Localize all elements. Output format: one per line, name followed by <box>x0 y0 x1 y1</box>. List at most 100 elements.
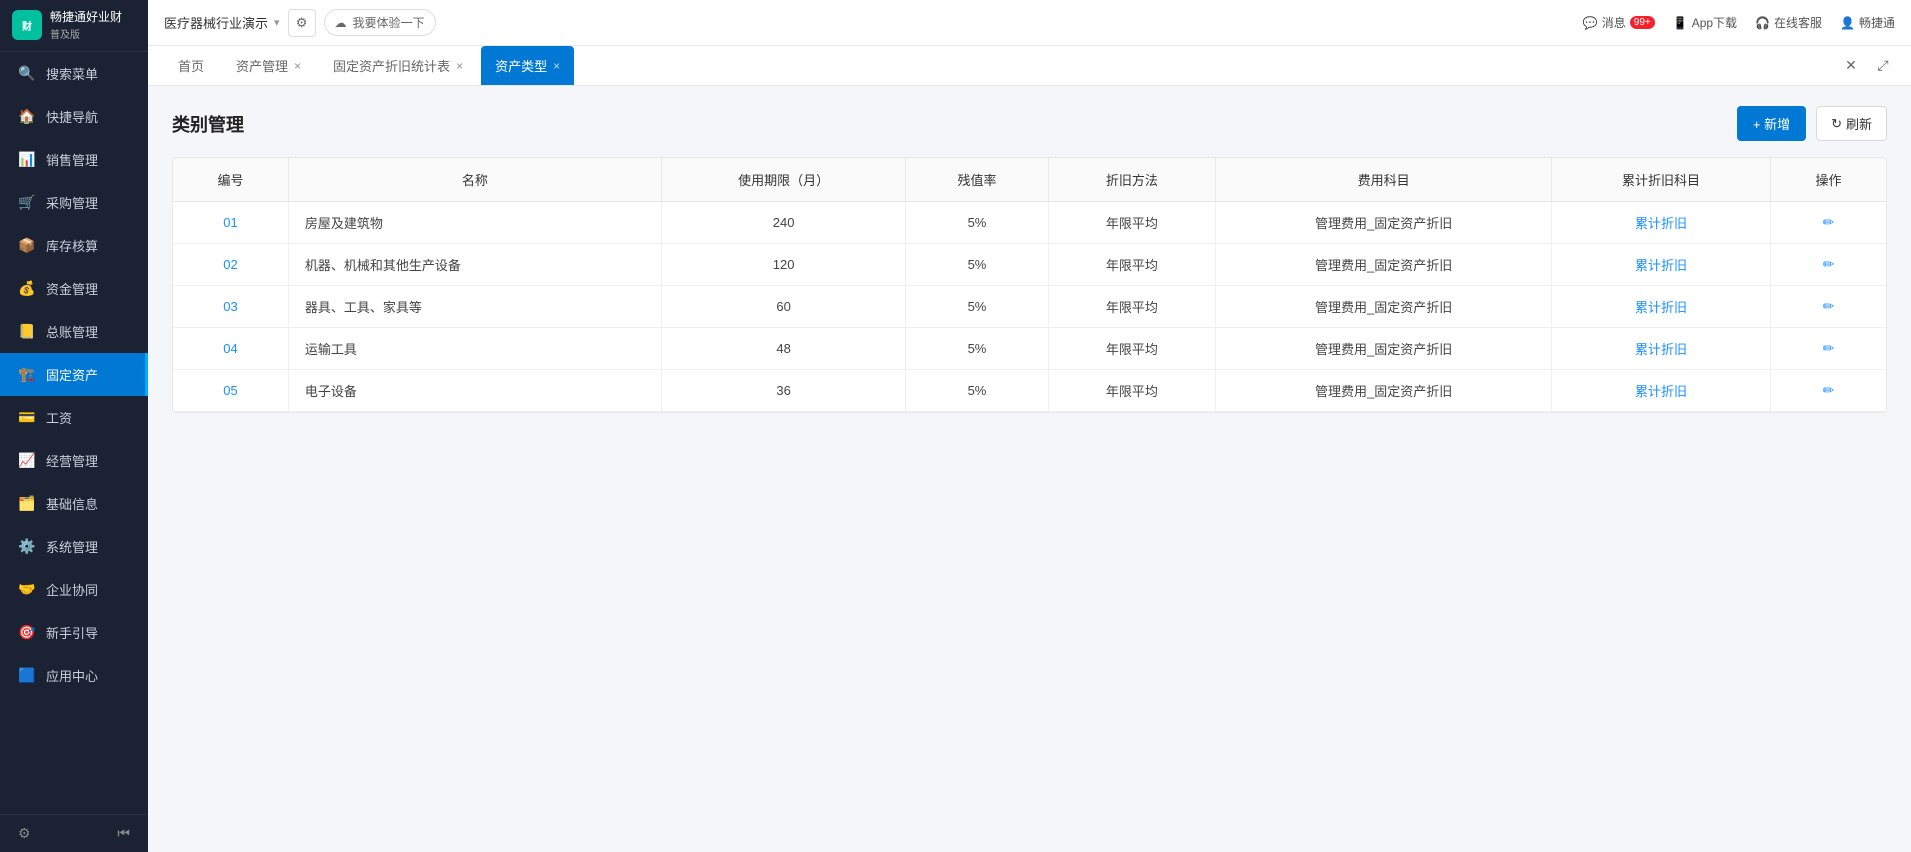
tab-depreciation-close[interactable]: × <box>456 59 463 73</box>
edit-button-3[interactable]: ✏ <box>1823 340 1835 356</box>
sidebar-item-新手引导[interactable]: 🎯 新手引导 <box>0 611 148 654</box>
sidebar-item-经营管理[interactable]: 📈 经营管理 <box>0 439 148 482</box>
cell-accumulated-0: 累计折旧 <box>1552 202 1771 244</box>
header-right: 💬 消息 99+ 📱 App下载 🎧 在线客服 👤 畅捷通 <box>1583 14 1895 31</box>
col-id: 编号 <box>173 158 288 202</box>
sidebar-item-基础信息[interactable]: 🗂️ 基础信息 <box>0 482 148 525</box>
sidebar-item-应用中心[interactable]: 🟦 应用中心 <box>0 654 148 697</box>
logo-icon: 财 <box>12 10 42 40</box>
sidebar-item-库存核算[interactable]: 📦 库存核算 <box>0 224 148 267</box>
table-header-row: 编号 名称 使用期限（月） 残值率 折旧方法 费用科目 累计折旧科目 操作 <box>173 158 1886 202</box>
sidebar-label-11: 系统管理 <box>46 537 98 556</box>
sidebar: 财 畅捷通好业财 普及版 🔍 搜索菜单 🏠 快捷导航 📊 销售管理 🛒 采购管理… <box>0 0 148 852</box>
sidebar-item-工资[interactable]: 💳 工资 <box>0 396 148 439</box>
tab-fullscreen-button[interactable]: ⤢ <box>1871 54 1895 78</box>
edit-button-4[interactable]: ✏ <box>1823 382 1835 398</box>
sidebar-icon-8: 💳 <box>18 408 36 426</box>
experience-button[interactable]: ☁ 我要体验一下 <box>324 9 436 36</box>
sidebar-footer: ⚙ ⏮ <box>0 814 148 852</box>
avatar-icon: 👤 <box>1840 16 1855 30</box>
header-settings-button[interactable]: ⚙ <box>288 9 316 37</box>
sidebar-item-搜索菜单[interactable]: 🔍 搜索菜单 <box>0 52 148 95</box>
sidebar-icon-4: 📦 <box>18 236 36 254</box>
col-residual: 残值率 <box>906 158 1048 202</box>
refresh-button[interactable]: ↻ 刷新 <box>1816 106 1887 141</box>
sidebar-icon-0: 🔍 <box>18 64 36 82</box>
cell-id-0: 01 <box>173 202 288 244</box>
app-download-button[interactable]: 📱 App下载 <box>1673 14 1737 31</box>
cell-residual-4: 5% <box>906 370 1048 412</box>
col-method: 折旧方法 <box>1048 158 1216 202</box>
col-expense: 费用科目 <box>1216 158 1552 202</box>
table-header: 编号 名称 使用期限（月） 残值率 折旧方法 费用科目 累计折旧科目 操作 <box>173 158 1886 202</box>
sidebar-item-固定资产[interactable]: 🏗️ 固定资产 <box>0 353 148 396</box>
sidebar-item-总账管理[interactable]: 📒 总账管理 <box>0 310 148 353</box>
user-button[interactable]: 👤 畅捷通 <box>1840 14 1895 31</box>
tab-actions: ✕ ⤢ <box>1839 54 1895 78</box>
sidebar-icon-14: 🟦 <box>18 666 36 684</box>
refresh-icon: ↻ <box>1831 116 1842 132</box>
table-row: 05 电子设备 36 5% 年限平均 管理费用_固定资产折旧 累计折旧 ✏ <box>173 370 1886 412</box>
cell-method-4: 年限平均 <box>1048 370 1216 412</box>
col-accumulated: 累计折旧科目 <box>1552 158 1771 202</box>
sidebar-item-资金管理[interactable]: 💰 资金管理 <box>0 267 148 310</box>
collapse-icon[interactable]: ⏮ <box>117 825 130 842</box>
tab-asset-type[interactable]: 资产类型 × <box>481 46 574 85</box>
sidebar-icon-11: ⚙️ <box>18 537 36 555</box>
cell-expense-4: 管理费用_固定资产折旧 <box>1216 370 1552 412</box>
cell-period-3: 48 <box>661 328 906 370</box>
app-name: 畅捷通好业财 <box>50 10 122 26</box>
experience-label: 我要体验一下 <box>353 14 425 31</box>
phone-icon: 📱 <box>1673 16 1688 30</box>
message-button[interactable]: 💬 消息 99+ <box>1583 14 1655 31</box>
sidebar-label-14: 应用中心 <box>46 666 98 685</box>
sidebar-icon-5: 💰 <box>18 279 36 297</box>
sidebar-icon-12: 🤝 <box>18 580 36 598</box>
cell-accumulated-2: 累计折旧 <box>1552 286 1771 328</box>
cell-residual-3: 5% <box>906 328 1048 370</box>
edit-button-2[interactable]: ✏ <box>1823 298 1835 314</box>
settings-icon[interactable]: ⚙ <box>18 825 31 842</box>
cell-action-0: ✏ <box>1771 202 1886 244</box>
cell-action-4: ✏ <box>1771 370 1886 412</box>
edit-button-1[interactable]: ✏ <box>1823 256 1835 272</box>
cell-period-2: 60 <box>661 286 906 328</box>
tab-asset-management[interactable]: 资产管理 × <box>222 46 315 85</box>
company-name: 医疗器械行业演示 <box>164 13 268 32</box>
cell-accumulated-3: 累计折旧 <box>1552 328 1771 370</box>
company-selector[interactable]: 医疗器械行业演示 ▾ <box>164 13 280 32</box>
tab-asset-type-close[interactable]: × <box>553 59 560 73</box>
sidebar-icon-9: 📈 <box>18 451 36 469</box>
tab-asset-management-close[interactable]: × <box>294 59 301 73</box>
cell-id-4: 05 <box>173 370 288 412</box>
sidebar-logo: 财 畅捷通好业财 普及版 <box>0 0 148 52</box>
sidebar-item-快捷导航[interactable]: 🏠 快捷导航 <box>0 95 148 138</box>
message-badge: 99+ <box>1630 16 1655 29</box>
cell-action-1: ✏ <box>1771 244 1886 286</box>
cell-accumulated-4: 累计折旧 <box>1552 370 1771 412</box>
tab-home[interactable]: 首页 <box>164 46 218 85</box>
tab-asset-type-label: 资产类型 <box>495 56 547 75</box>
content-area: 类别管理 + 新增 ↻ 刷新 编号 名称 使用期限（月） 残值率 折旧方法 <box>148 86 1911 852</box>
tab-close-button[interactable]: ✕ <box>1839 54 1863 78</box>
edit-button-0[interactable]: ✏ <box>1823 214 1835 230</box>
cell-method-1: 年限平均 <box>1048 244 1216 286</box>
logo-text: 财 <box>22 18 32 33</box>
customer-service-button[interactable]: 🎧 在线客服 <box>1755 14 1822 31</box>
sidebar-item-采购管理[interactable]: 🛒 采购管理 <box>0 181 148 224</box>
sidebar-label-2: 销售管理 <box>46 150 98 169</box>
cell-name-1: 机器、机械和其他生产设备 <box>288 244 661 286</box>
refresh-label: 刷新 <box>1846 114 1872 133</box>
sidebar-item-企业协同[interactable]: 🤝 企业协同 <box>0 568 148 611</box>
cell-expense-3: 管理费用_固定资产折旧 <box>1216 328 1552 370</box>
cell-name-3: 运输工具 <box>288 328 661 370</box>
cell-method-3: 年限平均 <box>1048 328 1216 370</box>
sidebar-label-1: 快捷导航 <box>46 107 98 126</box>
sidebar-item-系统管理[interactable]: ⚙️ 系统管理 <box>0 525 148 568</box>
cell-name-0: 房屋及建筑物 <box>288 202 661 244</box>
new-button[interactable]: + 新增 <box>1737 106 1806 141</box>
cell-method-2: 年限平均 <box>1048 286 1216 328</box>
sidebar-icon-3: 🛒 <box>18 193 36 211</box>
tab-depreciation[interactable]: 固定资产折旧统计表 × <box>319 46 477 85</box>
sidebar-item-销售管理[interactable]: 📊 销售管理 <box>0 138 148 181</box>
